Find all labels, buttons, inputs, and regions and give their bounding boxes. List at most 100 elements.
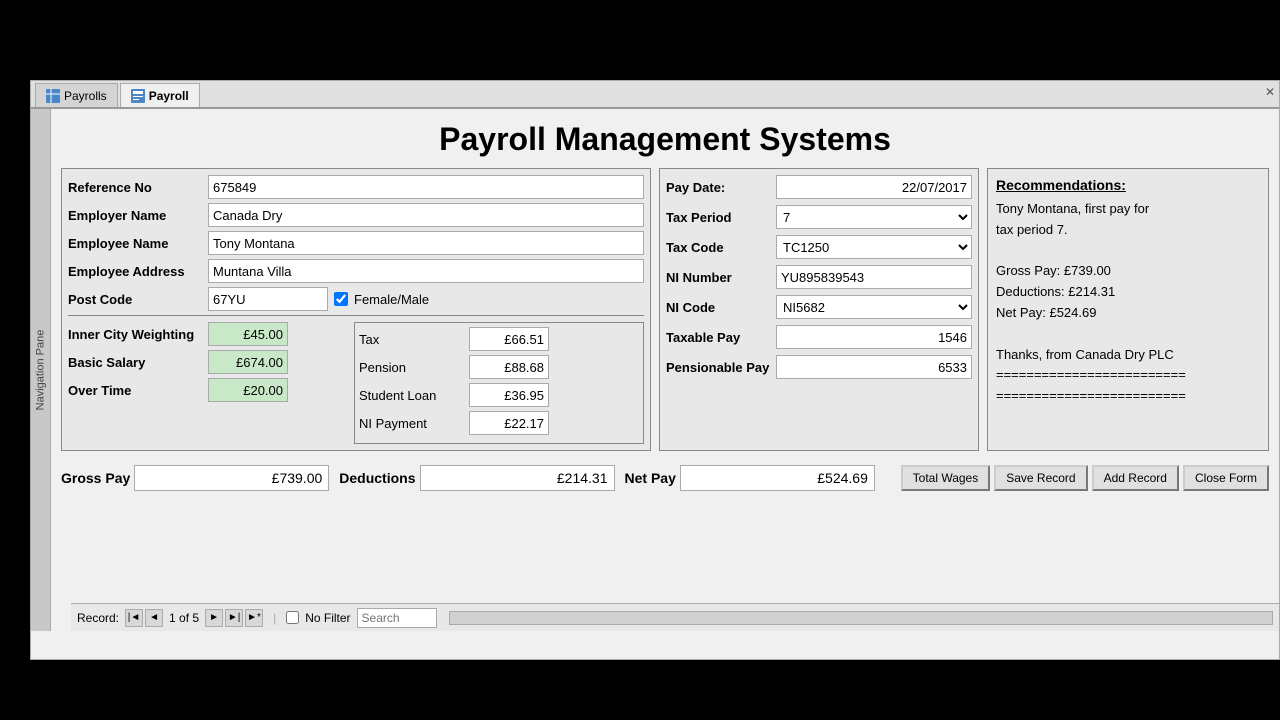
reference-no-row: Reference No: [68, 175, 644, 199]
ni-number-input[interactable]: [776, 265, 972, 289]
pensionable-pay-input[interactable]: [776, 355, 972, 379]
student-loan-row: Student Loan: [359, 383, 639, 407]
employee-name-row: Employee Name: [68, 231, 644, 255]
recommendations-text: Tony Montana, first pay for tax period 7…: [996, 199, 1260, 407]
record-label: Record:: [77, 611, 119, 625]
post-code-row: Post Code Female/Male: [68, 287, 644, 311]
basic-salary-input[interactable]: [208, 350, 288, 374]
pay-date-input[interactable]: [776, 175, 972, 199]
tax-label: Tax: [359, 332, 469, 347]
ni-payment-label: NI Payment: [359, 416, 469, 431]
search-input[interactable]: [357, 608, 437, 628]
post-code-label: Post Code: [68, 292, 208, 307]
pensionable-pay-label: Pensionable Pay: [666, 360, 776, 375]
pension-input[interactable]: [469, 355, 549, 379]
employee-address-input[interactable]: [208, 259, 644, 283]
employer-name-row: Employer Name: [68, 203, 644, 227]
first-record-button[interactable]: |◄: [125, 609, 143, 627]
tab-payrolls-label: Payrolls: [64, 89, 107, 103]
pay-date-row: Pay Date:: [666, 175, 972, 199]
female-male-checkbox[interactable]: [334, 292, 348, 306]
over-time-input[interactable]: [208, 378, 288, 402]
action-buttons: Total Wages Save Record Add Record Close…: [901, 465, 1269, 491]
postcode-group: Female/Male: [208, 287, 429, 311]
main-content: Payroll Management Systems Reference No …: [51, 109, 1279, 631]
basic-salary-row: Basic Salary: [68, 350, 348, 374]
employee-name-label: Employee Name: [68, 236, 208, 251]
total-wages-button[interactable]: Total Wages: [901, 465, 991, 491]
mid-panel: Pay Date: Tax Period 7 Tax Code TC1250: [659, 168, 979, 451]
no-filter-checkbox[interactable]: [286, 611, 299, 624]
next-record-button[interactable]: ►: [205, 609, 223, 627]
ni-number-label: NI Number: [666, 270, 776, 285]
save-record-button[interactable]: Save Record: [994, 465, 1087, 491]
deductions-summary-input[interactable]: [420, 465, 615, 491]
tax-period-select[interactable]: 7: [776, 205, 972, 229]
last-record-button[interactable]: ►|: [225, 609, 243, 627]
employer-name-input[interactable]: [208, 203, 644, 227]
page-title: Payroll Management Systems: [51, 109, 1279, 168]
basic-salary-label: Basic Salary: [68, 355, 208, 370]
deductions-summary-label: Deductions: [339, 470, 415, 486]
student-loan-label: Student Loan: [359, 388, 469, 403]
gross-pay-summary-input[interactable]: [134, 465, 329, 491]
pension-row: Pension: [359, 355, 639, 379]
ni-code-select[interactable]: NI5682: [776, 295, 972, 319]
student-loan-input[interactable]: [469, 383, 549, 407]
ni-code-label: NI Code: [666, 300, 776, 315]
rec-line2: tax period 7.: [996, 222, 1068, 237]
employee-address-row: Employee Address: [68, 259, 644, 283]
add-record-button[interactable]: Add Record: [1092, 465, 1179, 491]
nav-pane-label: Navigation Pane: [35, 330, 47, 411]
over-time-row: Over Time: [68, 378, 348, 402]
new-record-button[interactable]: ►*: [245, 609, 263, 627]
rec-thanks: Thanks, from Canada Dry PLC: [996, 347, 1174, 362]
employee-address-label: Employee Address: [68, 264, 208, 279]
employee-name-input[interactable]: [208, 231, 644, 255]
inner-city-label: Inner City Weighting: [68, 327, 208, 342]
inner-city-row: Inner City Weighting: [68, 322, 348, 346]
prev-record-button[interactable]: ◄: [145, 609, 163, 627]
net-pay-summary-input[interactable]: [680, 465, 875, 491]
tax-row: Tax: [359, 327, 639, 351]
rec-separator2: =========================: [996, 388, 1186, 403]
pay-date-label: Pay Date:: [666, 180, 776, 195]
tax-code-select[interactable]: TC1250: [776, 235, 972, 259]
gross-pay-summary-label: Gross Pay: [61, 470, 130, 486]
horizontal-scrollbar[interactable]: [449, 611, 1273, 625]
recommendations-panel: Recommendations: Tony Montana, first pay…: [987, 168, 1269, 451]
form-icon: [131, 89, 145, 103]
rec-deductions: Deductions: £214.31: [996, 284, 1115, 299]
tab-payroll-label: Payroll: [149, 89, 189, 103]
over-time-label: Over Time: [68, 383, 208, 398]
tax-input[interactable]: [469, 327, 549, 351]
tab-payrolls[interactable]: Payrolls: [35, 83, 118, 107]
inner-city-input[interactable]: [208, 322, 288, 346]
table-icon: [46, 89, 60, 103]
status-bar: Record: |◄ ◄ 1 of 5 ► ►| ►* | No Filter: [71, 603, 1279, 631]
net-pay-summary: Net Pay: [625, 465, 875, 491]
tab-payroll[interactable]: Payroll: [120, 83, 200, 107]
recommendations-title: Recommendations:: [996, 177, 1260, 193]
ni-payment-input[interactable]: [469, 411, 549, 435]
reference-no-input[interactable]: [208, 175, 644, 199]
ni-code-row: NI Code NI5682: [666, 295, 972, 319]
taxable-pay-label: Taxable Pay: [666, 330, 776, 345]
rec-gross-pay: Gross Pay: £739.00: [996, 263, 1111, 278]
reference-no-label: Reference No: [68, 180, 208, 195]
post-code-input[interactable]: [208, 287, 328, 311]
close-window-button[interactable]: ✕: [1265, 85, 1275, 99]
ni-number-row: NI Number: [666, 265, 972, 289]
rec-line1: Tony Montana, first pay for: [996, 201, 1149, 216]
tax-period-label: Tax Period: [666, 210, 776, 225]
tax-code-label: Tax Code: [666, 240, 776, 255]
ni-payment-row: NI Payment: [359, 411, 639, 435]
close-form-button[interactable]: Close Form: [1183, 465, 1269, 491]
lower-fields: Inner City Weighting Basic Salary Over T…: [68, 322, 644, 444]
tax-code-row: Tax Code TC1250: [666, 235, 972, 259]
left-panel: Reference No Employer Name Employee Name: [61, 168, 651, 451]
taxable-pay-input[interactable]: [776, 325, 972, 349]
record-count: 1 of 5: [169, 611, 199, 625]
gross-pay-summary: Gross Pay: [61, 465, 329, 491]
net-pay-summary-label: Net Pay: [625, 470, 676, 486]
